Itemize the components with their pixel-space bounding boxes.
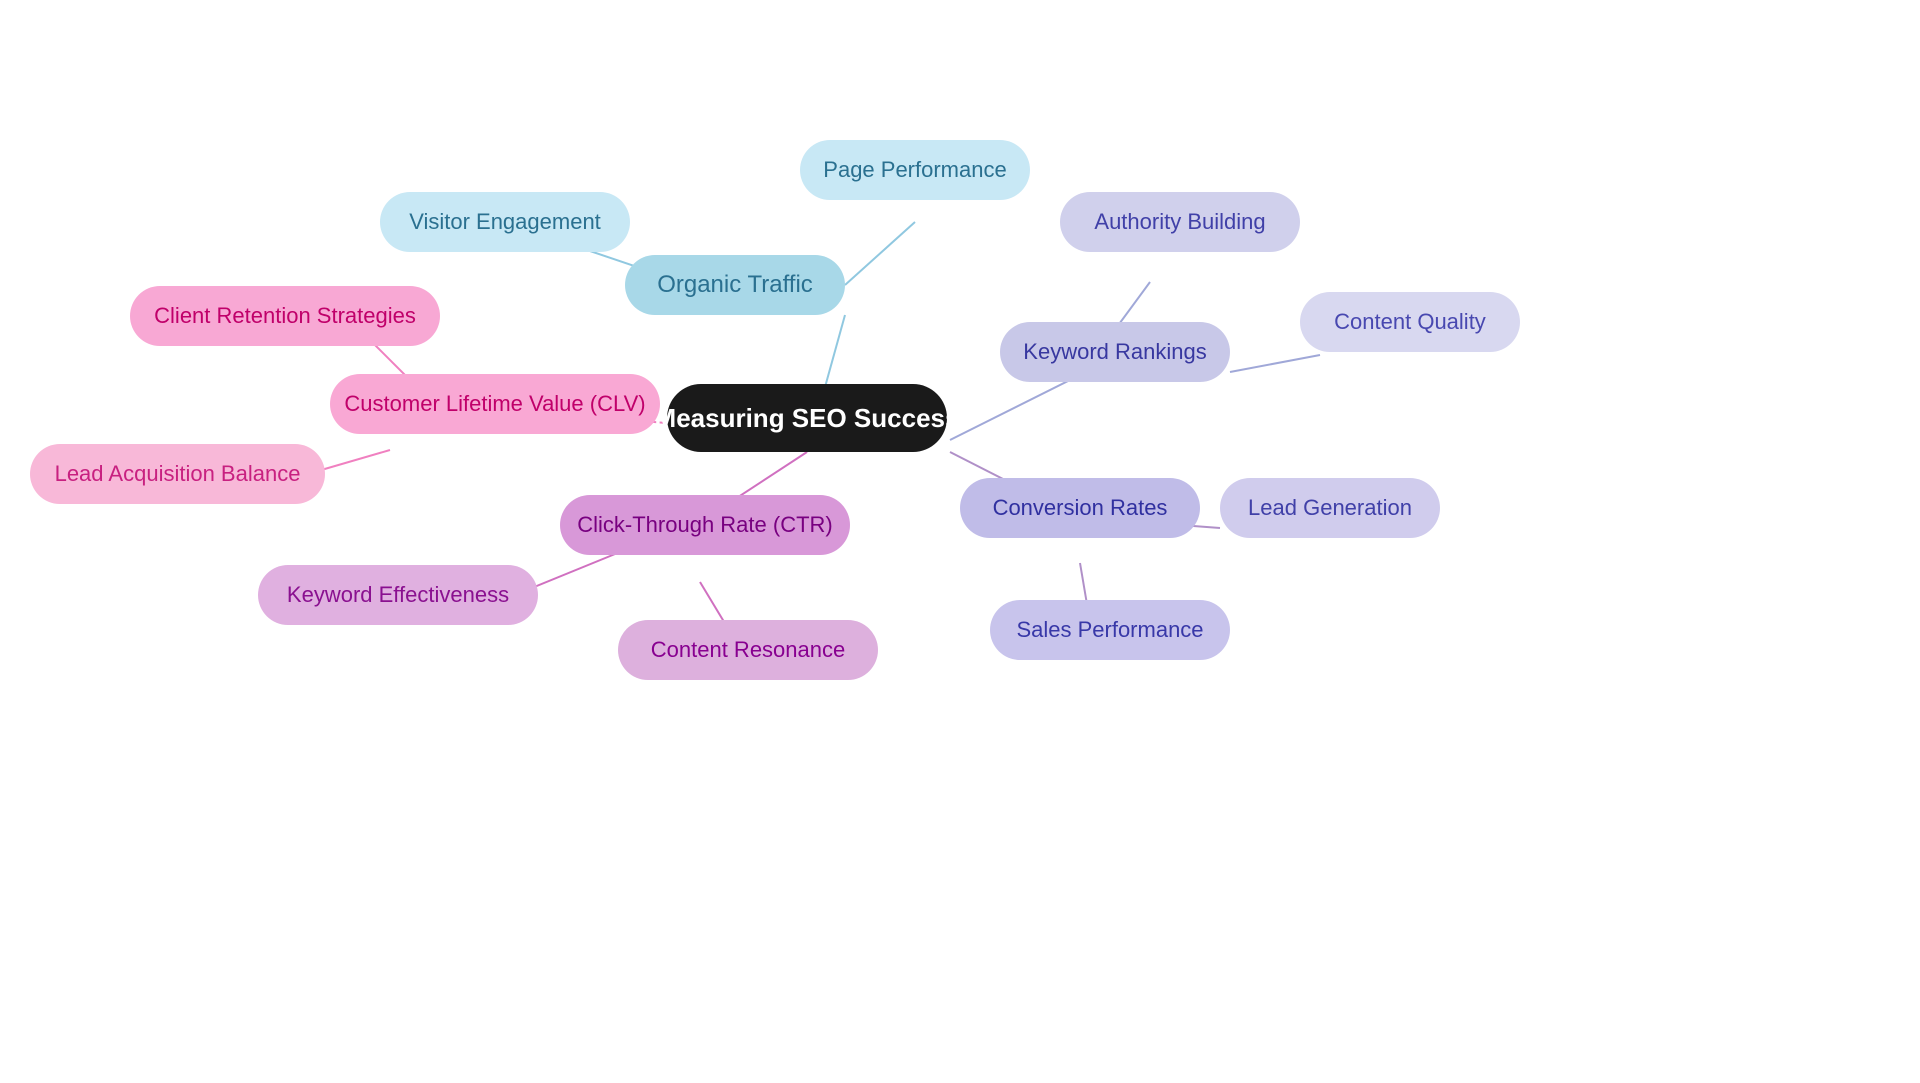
ctr-label: Click-Through Rate (CTR) <box>577 512 833 538</box>
authority-building-label: Authority Building <box>1094 209 1265 235</box>
center-label: Measuring SEO Success <box>655 403 960 434</box>
client-retention-label: Client Retention Strategies <box>154 303 416 329</box>
lead-acquisition-node[interactable]: Lead Acquisition Balance <box>30 444 325 504</box>
sales-performance-label: Sales Performance <box>1016 617 1203 643</box>
conversion-rates-node[interactable]: Conversion Rates <box>960 478 1200 538</box>
customer-lifetime-node[interactable]: Customer Lifetime Value (CLV) <box>330 374 660 434</box>
keyword-rankings-node[interactable]: Keyword Rankings <box>1000 322 1230 382</box>
center-node[interactable]: Measuring SEO Success <box>667 384 947 452</box>
organic-traffic-label: Organic Traffic <box>657 271 813 299</box>
authority-building-node[interactable]: Authority Building <box>1060 192 1300 252</box>
sales-performance-node[interactable]: Sales Performance <box>990 600 1230 660</box>
ctr-node[interactable]: Click-Through Rate (CTR) <box>560 495 850 555</box>
content-quality-label: Content Quality <box>1334 309 1486 335</box>
lead-generation-label: Lead Generation <box>1248 495 1412 521</box>
conversion-rates-label: Conversion Rates <box>993 495 1168 521</box>
organic-traffic-node[interactable]: Organic Traffic <box>625 255 845 315</box>
content-quality-node[interactable]: Content Quality <box>1300 292 1520 352</box>
content-resonance-node[interactable]: Content Resonance <box>618 620 878 680</box>
customer-lifetime-label: Customer Lifetime Value (CLV) <box>344 391 645 417</box>
lead-generation-node[interactable]: Lead Generation <box>1220 478 1440 538</box>
keyword-rankings-label: Keyword Rankings <box>1023 339 1206 365</box>
keyword-effectiveness-label: Keyword Effectiveness <box>287 582 509 608</box>
lead-acquisition-label: Lead Acquisition Balance <box>55 461 301 487</box>
page-performance-label: Page Performance <box>823 157 1006 183</box>
client-retention-node[interactable]: Client Retention Strategies <box>130 286 440 346</box>
page-performance-node[interactable]: Page Performance <box>800 140 1030 200</box>
visitor-engagement-node[interactable]: Visitor Engagement <box>380 192 630 252</box>
visitor-engagement-label: Visitor Engagement <box>409 209 601 235</box>
content-resonance-label: Content Resonance <box>651 637 845 663</box>
keyword-effectiveness-node[interactable]: Keyword Effectiveness <box>258 565 538 625</box>
